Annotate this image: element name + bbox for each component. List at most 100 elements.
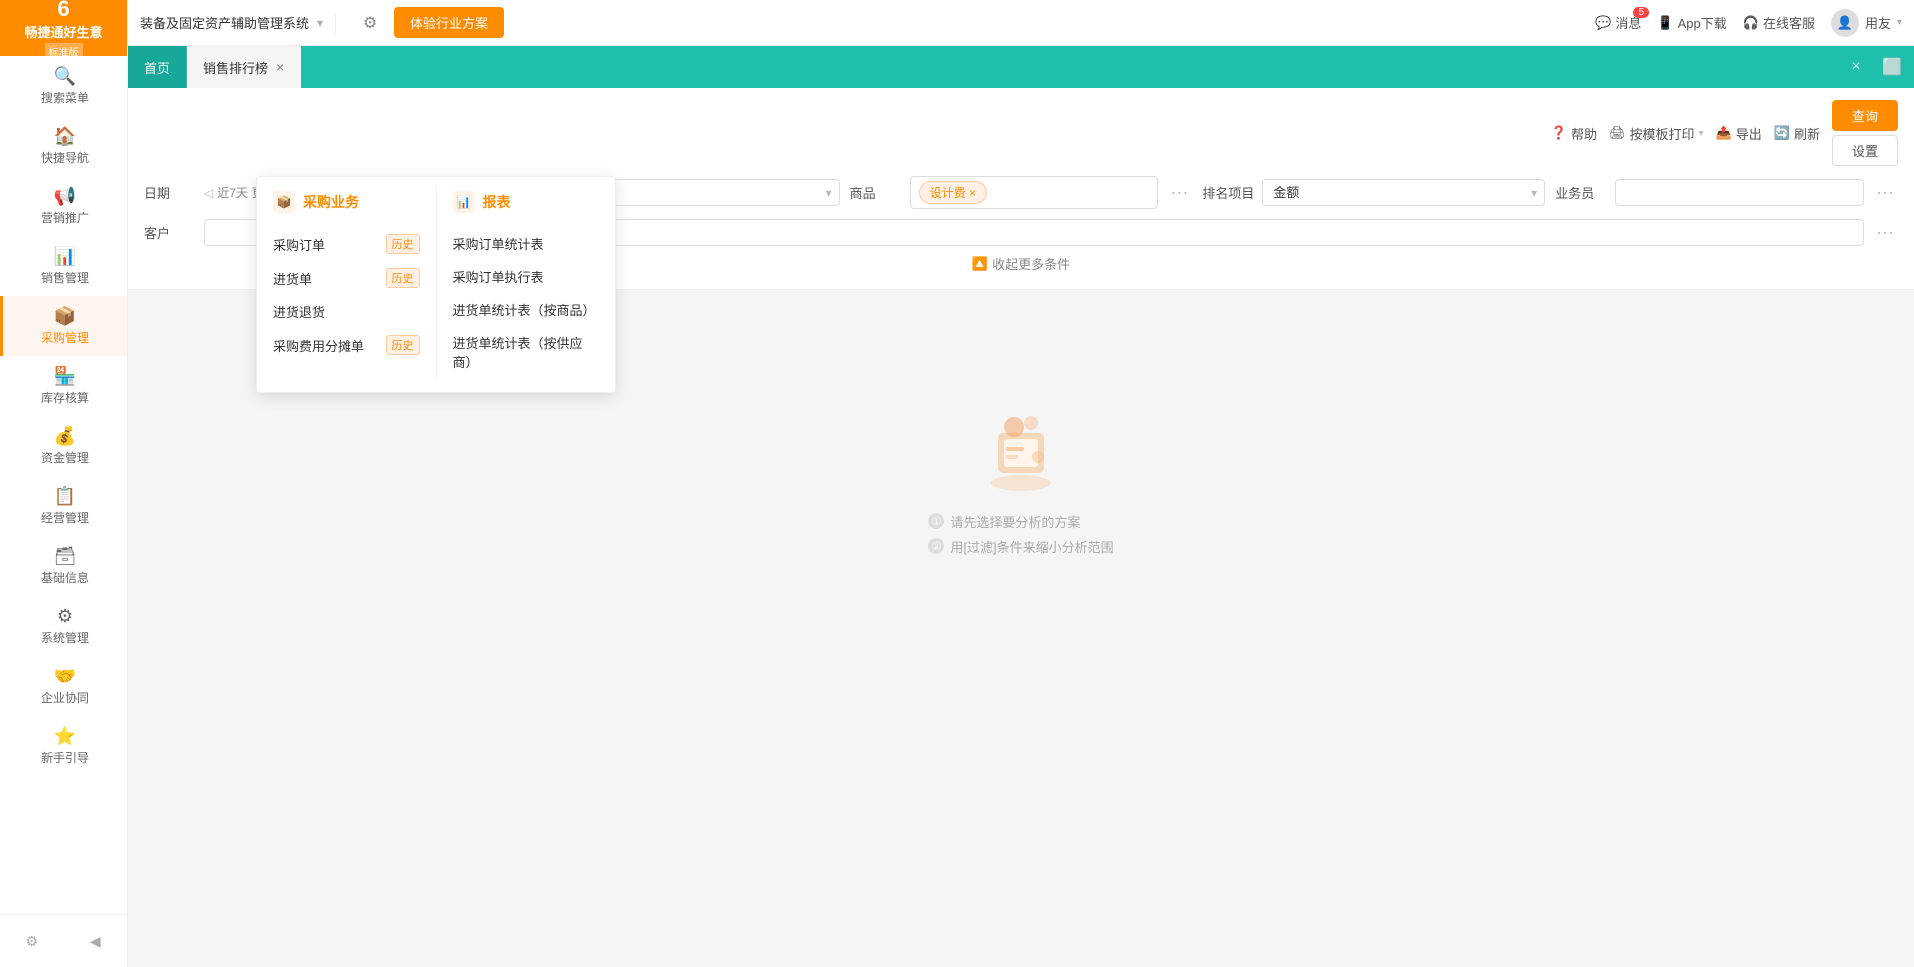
help-label: 帮助 <box>1571 124 1597 143</box>
sidebar-item-basic[interactable]: 🗃 基础信息 <box>0 536 127 596</box>
topbar-gear-icon[interactable]: ⚙ <box>356 9 384 37</box>
purchase-section-label: 采购业务 <box>303 192 359 212</box>
product-tag: 设计费 × <box>919 181 987 204</box>
sidebar-item-quicknav[interactable]: 🏠 快捷导航 <box>0 116 127 176</box>
refresh-label: 刷新 <box>1794 124 1820 143</box>
salesperson-input[interactable] <box>1615 179 1864 206</box>
export-btn[interactable]: 📤 导出 <box>1716 124 1762 143</box>
product-tag-label: 设计费 × <box>930 184 976 201</box>
tab-close-icon[interactable]: × <box>276 60 284 74</box>
sidebar-settings-btn[interactable]: ⚙ <box>16 925 48 957</box>
search-icon: 🔍 <box>54 66 76 87</box>
sidebar-item-operations[interactable]: 📋 经营管理 <box>0 476 127 536</box>
online-service-btn[interactable]: 🎧 在线客服 <box>1743 13 1815 32</box>
empty-hint-2: ② 用[过滤]条件来缩小分析范围 <box>928 537 1113 556</box>
tab-home[interactable]: 首页 <box>128 46 187 88</box>
home-icon: 🏠 <box>54 126 76 147</box>
dropdown-item-inboundstat-supplier[interactable]: 进货单统计表（按供应商） <box>453 326 600 378</box>
headset-icon: 🎧 <box>1743 15 1759 31</box>
dropdown-item-return[interactable]: 进货退货 <box>273 295 420 328</box>
hint-num-2: ② <box>928 538 944 554</box>
collapse-label: 收起更多条件 <box>992 254 1070 273</box>
sales-icon: 📊 <box>54 246 76 267</box>
settings-button[interactable]: 设置 <box>1832 135 1898 166</box>
sidebar-item-inventory[interactable]: 🏪 库存核算 <box>0 356 127 416</box>
sidebar-label-enterprise: 企业协同 <box>41 689 89 706</box>
basic-icon: 🗃 <box>54 546 77 567</box>
industry-btn[interactable]: 体验行业方案 <box>394 7 504 38</box>
sidebar-label-inventory: 库存核算 <box>41 389 89 406</box>
app-download-btn[interactable]: 📱 App下载 <box>1657 13 1726 32</box>
dropdown-item-label-inboundstat-supplier: 进货单统计表（按供应商） <box>453 333 600 371</box>
filter-product-row: 商品 设计费 × ··· <box>850 176 1193 209</box>
hint-num-1: ① <box>928 513 944 529</box>
user-menu[interactable]: 👤 用友 ▾ <box>1831 9 1902 37</box>
hist-badge-inbound: 历史 <box>386 268 420 288</box>
window-close-icon[interactable]: × <box>1842 53 1870 81</box>
date-nav-prev[interactable]: ◁ <box>204 186 213 200</box>
tabs-bar: 首页 销售排行榜 × × ⬜ <box>128 46 1914 88</box>
dropdown-item-orderstat[interactable]: 采购订单统计表 <box>453 227 600 260</box>
dropdown-item-inboundstat-goods[interactable]: 进货单统计表（按商品） <box>453 293 600 326</box>
sidebar-label-operations: 经营管理 <box>41 509 89 526</box>
topbar-separator <box>335 13 336 33</box>
customer-more-icon[interactable]: ··· <box>1872 222 1898 243</box>
sidebar-item-enterprise[interactable]: 🤝 企业协同 <box>0 656 127 716</box>
tab-sales-rank-label: 销售排行榜 <box>203 58 268 77</box>
filter-salesperson-row: 业务员 ··· <box>1555 176 1898 209</box>
sidebar-item-guide[interactable]: ⭐ 新手引导 <box>0 716 127 776</box>
product-more-icon[interactable]: ··· <box>1166 182 1192 203</box>
sidebar-item-search[interactable]: 🔍 搜索菜单 <box>0 56 127 116</box>
topbar-title: 装备及固定资产辅助管理系统 <box>140 13 309 32</box>
dropdown-item-label-orderexec: 采购订单执行表 <box>453 267 544 286</box>
customer-label: 客户 <box>144 223 196 242</box>
sidebar-label-sales: 销售管理 <box>41 269 89 286</box>
avatar: 👤 <box>1831 9 1859 37</box>
sidebar-item-marketing[interactable]: 📢 营销推广 <box>0 176 127 236</box>
topbar-title-wrap: 装备及固定资产辅助管理系统 ▾ ⚙ <box>140 9 384 37</box>
sidebar-item-sales[interactable]: 📊 销售管理 <box>0 236 127 296</box>
empty-hint: ① 请先选择要分析的方案 ② 用[过滤]条件来缩小分析范围 <box>928 512 1113 556</box>
empty-hint-label-2: 用[过滤]条件来缩小分析范围 <box>950 537 1113 556</box>
dropdown-item-label-purchaseorder: 采购订单 <box>273 235 325 254</box>
salesperson-more-icon[interactable]: ··· <box>1872 182 1898 203</box>
print-btn[interactable]: 🖨 按模板打印 ▾ <box>1609 124 1704 143</box>
app-download-label: App下载 <box>1678 13 1727 32</box>
help-btn[interactable]: ❓ 帮助 <box>1551 124 1597 143</box>
print-icon: 🖨 <box>1609 125 1626 141</box>
refresh-btn[interactable]: 🔄 刷新 <box>1774 124 1820 143</box>
tab-sales-rank[interactable]: 销售排行榜 × <box>187 46 301 88</box>
collapse-icon: 🔼 <box>972 256 988 272</box>
sidebar-label-system: 系统管理 <box>41 629 89 646</box>
dropdown-sections: 📦 采购业务 采购订单 历史 进货单 历史 进货退货 <box>257 187 615 378</box>
empty-hint-label-1: 请先选择要分析的方案 <box>950 512 1080 531</box>
sidebar-label-marketing: 营销推广 <box>41 209 89 226</box>
sidebar-logo: 6 畅捷通好生意 标准版 <box>0 0 127 56</box>
sidebar-item-finance[interactable]: 💰 资金管理 <box>0 416 127 476</box>
enterprise-icon: 🤝 <box>54 666 76 687</box>
dropdown-item-orderexec[interactable]: 采购订单执行表 <box>453 260 600 293</box>
phone-icon: 📱 <box>1657 15 1673 31</box>
message-btn[interactable]: 💬 消息 5 <box>1595 13 1641 32</box>
sidebar-collapse-btn[interactable]: ◀ <box>79 925 111 957</box>
system-icon: ⚙ <box>57 606 73 627</box>
sidebar-item-system[interactable]: ⚙ 系统管理 <box>0 596 127 656</box>
filter-rankitem-row: 排名项目 金额 ▾ <box>1202 176 1545 209</box>
print-arrow-icon: ▾ <box>1699 128 1704 139</box>
purchase-section-icon: 📦 <box>273 191 295 213</box>
date-shortcut-7[interactable]: 近7天 <box>217 184 248 201</box>
sidebar-item-purchase[interactable]: 📦 采购管理 <box>0 296 127 356</box>
query-button[interactable]: 查询 <box>1832 100 1898 131</box>
window-maximize-icon[interactable]: ⬜ <box>1878 53 1906 81</box>
topbar-dropdown-arrow[interactable]: ▾ <box>317 16 323 30</box>
dropdown-item-inbound[interactable]: 进货单 历史 <box>273 261 420 295</box>
topbar: 装备及固定资产辅助管理系统 ▾ ⚙ 体验行业方案 💬 消息 5 📱 App下载 … <box>128 0 1914 46</box>
rankitem-label: 排名项目 <box>1202 183 1254 202</box>
rankitem-select[interactable]: 金额 <box>1262 179 1545 206</box>
message-badge: 5 <box>1633 7 1649 18</box>
hist-badge-cost: 历史 <box>386 335 420 355</box>
dropdown-item-cost[interactable]: 采购费用分摊单 历史 <box>273 328 420 362</box>
dropdown-item-purchaseorder[interactable]: 采购订单 历史 <box>273 227 420 261</box>
dropdown-item-label-return: 进货退货 <box>273 302 325 321</box>
sidebar-label-finance: 资金管理 <box>41 449 89 466</box>
